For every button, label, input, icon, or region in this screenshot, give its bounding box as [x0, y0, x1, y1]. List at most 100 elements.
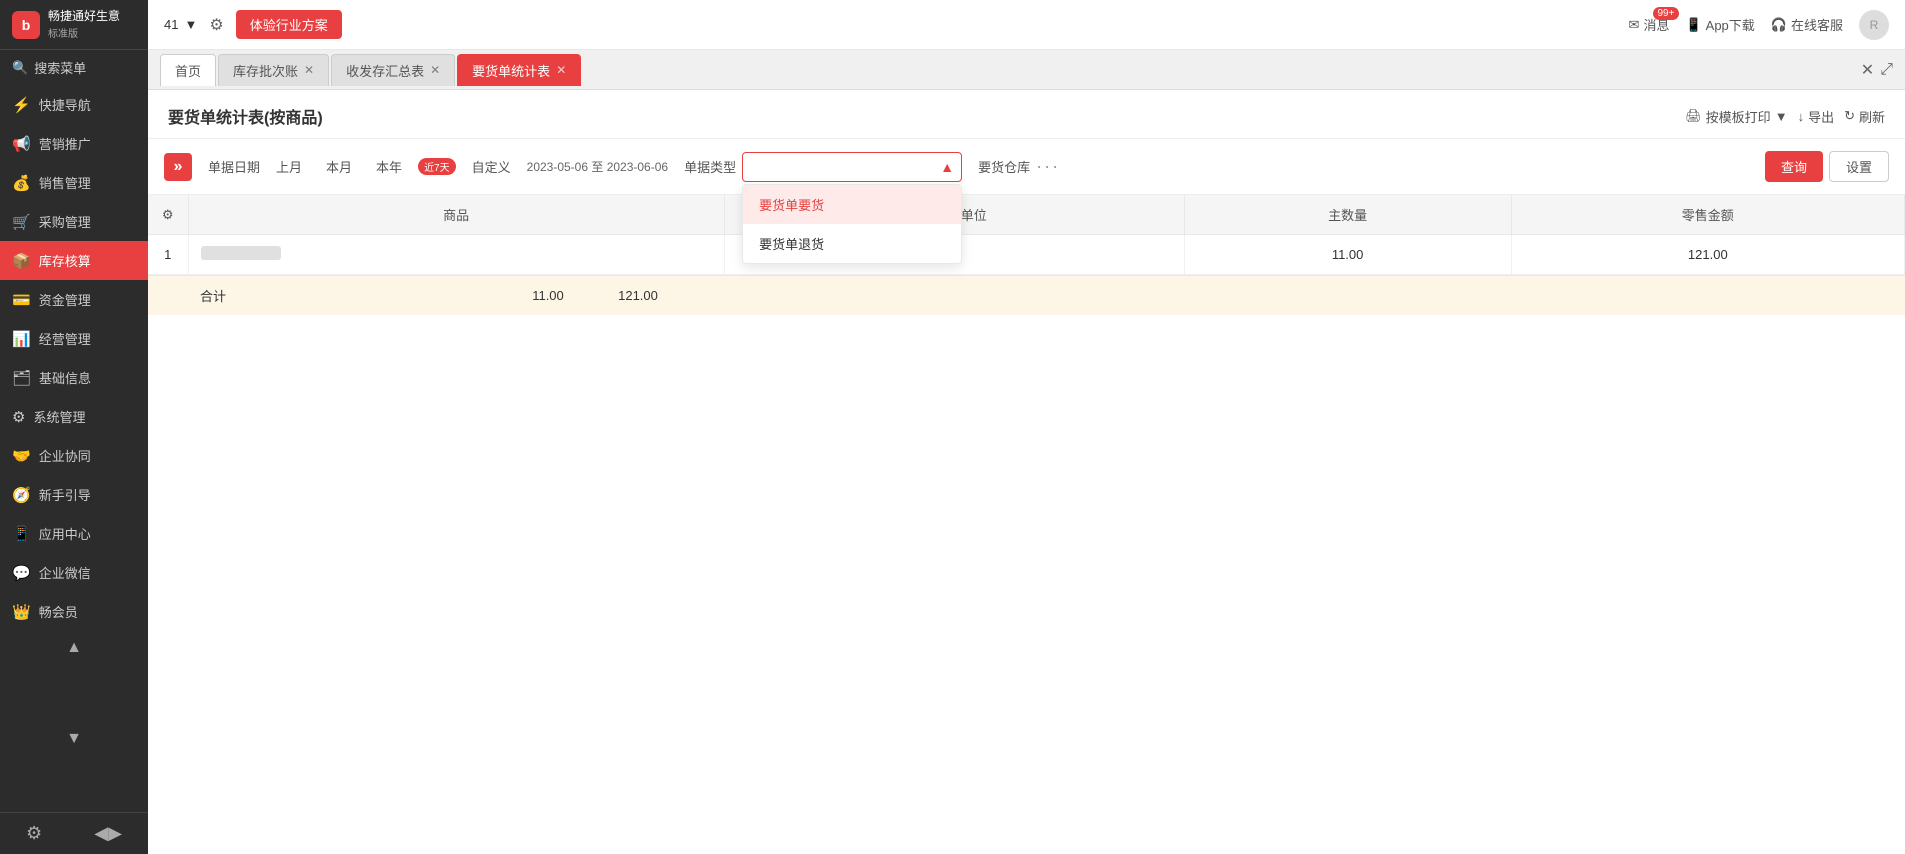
main-content: 41 ▼ ⚙ 体验行业方案 ✉ 消息 99+ 📱 App下载 🎧 在线客服 R [148, 0, 1905, 854]
type-filter-dropdown: 要货单要货 要货单退货 [742, 184, 962, 264]
export-btn[interactable]: ↓ 导出 [1798, 107, 1835, 126]
topbar: 41 ▼ ⚙ 体验行业方案 ✉ 消息 99+ 📱 App下载 🎧 在线客服 R [148, 0, 1905, 50]
sidebar-icon-appcenter: 📱 [12, 525, 31, 543]
store-selector[interactable]: 41 ▼ [164, 17, 197, 32]
tab-inventory-batch[interactable]: 库存批次账 ✕ [218, 54, 329, 86]
sidebar-item-inventory[interactable]: 📦 库存核算 [0, 241, 148, 280]
online-service-label: 在线客服 [1791, 15, 1843, 34]
sidebar-icon-inventory: 📦 [12, 252, 31, 270]
date-filter-label: 单据日期 [208, 157, 260, 176]
date-custom-btn[interactable]: 自定义 [464, 154, 519, 179]
tab-home[interactable]: 首页 [160, 54, 216, 86]
date-range-display: 2023-05-06 至 2023-06-06 [527, 158, 668, 175]
sidebar-icon-quicknav: ⚡ [12, 96, 31, 114]
date-recent-badge[interactable]: 近7天 [418, 158, 456, 175]
product-placeholder [201, 246, 281, 260]
app-logo-icon: b [12, 11, 40, 39]
tab-receivable-summary[interactable]: 收发存汇总表 ✕ [331, 54, 455, 86]
user-avatar[interactable]: R [1859, 10, 1889, 40]
date-this-month-btn[interactable]: 本月 [318, 154, 360, 179]
footer-quantity: 11.00 [532, 288, 564, 303]
online-service-btn[interactable]: 🎧 在线客服 [1771, 15, 1843, 34]
tab-inventory-batch-close-icon[interactable]: ✕ [304, 63, 314, 77]
date-last-month-btn[interactable]: 上月 [268, 154, 310, 179]
industry-btn[interactable]: 体验行业方案 [236, 10, 342, 39]
sidebar-label-enterprise: 企业协同 [39, 446, 91, 465]
sidebar-item-member[interactable]: 👑 畅会员 [0, 592, 148, 631]
message-badge: 99+ [1653, 7, 1680, 20]
cell-quantity-0: 11.00 [1184, 235, 1511, 275]
sidebar-item-sales[interactable]: 💰 销售管理 [0, 163, 148, 202]
sidebar-item-purchase[interactable]: 🛒 采购管理 [0, 202, 148, 241]
sidebar: b 畅捷通好生意 标准版 🔍 搜索菜单 ⚡ 快捷导航 📢 营销推广 💰 销售管理… [0, 0, 148, 854]
type-filter-label: 单据类型 [684, 157, 736, 176]
footer-label: 合计 [200, 289, 226, 304]
tab-order-stats-close-icon[interactable]: ✕ [556, 63, 566, 77]
app-download-icon: 📱 [1685, 17, 1701, 33]
cell-amount-0: 121.00 [1511, 235, 1904, 275]
sidebar-label-quicknav: 快捷导航 [39, 95, 91, 114]
page-content: 要货单统计表(按商品) 🖨 按模板打印 ▼ ↓ 导出 ↻ 刷新 » [148, 90, 1905, 854]
sidebar-item-marketing[interactable]: 📢 营销推广 [0, 124, 148, 163]
sidebar-scroll-down[interactable]: ▼ [62, 726, 86, 752]
settings-btn[interactable]: 设置 [1829, 151, 1889, 182]
sidebar-item-operations[interactable]: 📊 经营管理 [0, 319, 148, 358]
sidebar-label-system: 系统管理 [33, 407, 85, 426]
sidebar-icon-wechat: 💬 [12, 564, 31, 582]
sidebar-item-system[interactable]: ⚙ 系统管理 [0, 397, 148, 436]
message-btn[interactable]: ✉ 消息 99+ [1629, 15, 1670, 34]
filter-toggle-btn[interactable]: » [164, 153, 192, 181]
collapse-icon[interactable]: ◀▶ [94, 823, 122, 844]
sidebar-item-basic[interactable]: 🗂 基础信息 [0, 358, 148, 397]
sidebar-label-member: 畅会员 [39, 602, 78, 621]
table-header-row: ⚙ 商品 主计量单位 主数量 零售金额 [148, 195, 1905, 235]
page-header: 要货单统计表(按商品) 🖨 按模板打印 ▼ ↓ 导出 ↻ 刷新 [148, 90, 1905, 139]
sidebar-item-appcenter[interactable]: 📱 应用中心 [0, 514, 148, 553]
sidebar-label-basic: 基础信息 [39, 368, 91, 387]
sidebar-item-enterprise[interactable]: 🤝 企业协同 [0, 436, 148, 475]
col-quantity: 主数量 [1184, 195, 1511, 235]
filter-bar: » 单据日期 上月 本月 本年 近7天 自定义 2023-05-06 至 202… [148, 139, 1905, 195]
app-brand: 畅捷通好生意 标准版 [48, 9, 120, 40]
tab-order-stats[interactable]: 要货单统计表 ✕ [457, 54, 581, 86]
sidebar-item-guide[interactable]: 🧭 新手引导 [0, 475, 148, 514]
print-template-btn[interactable]: 🖨 按模板打印 ▼ [1685, 107, 1787, 126]
query-btn[interactable]: 查询 [1765, 151, 1823, 182]
sidebar-item-wechat[interactable]: 💬 企业微信 [0, 553, 148, 592]
type-filter-input[interactable] [742, 152, 962, 182]
store-chevron-icon: ▼ [184, 17, 197, 32]
sidebar-item-quicknav[interactable]: ⚡ 快捷导航 [0, 85, 148, 124]
search-icon: 🔍 [12, 60, 28, 76]
sidebar-icon-basic: 🗂 [12, 369, 31, 387]
export-label: 导出 [1808, 107, 1834, 126]
sidebar-label-wechat: 企业微信 [39, 563, 91, 582]
sidebar-search[interactable]: 🔍 搜索菜单 [0, 50, 148, 85]
sidebar-icon-operations: 📊 [12, 330, 31, 348]
refresh-btn[interactable]: ↻ 刷新 [1844, 107, 1885, 126]
table-settings-icon[interactable]: ⚙ [162, 207, 174, 222]
tabbar: 首页 库存批次账 ✕ 收发存汇总表 ✕ 要货单统计表 ✕ ✕ ⤢ [148, 50, 1905, 90]
settings-icon[interactable]: ⚙ [26, 823, 42, 844]
warehouse-dots-icon[interactable]: ··· [1036, 156, 1060, 177]
date-this-year-btn[interactable]: 本年 [368, 154, 410, 179]
sidebar-scroll-up[interactable]: ▲ [62, 635, 86, 661]
topbar-right: ✉ 消息 99+ 📱 App下载 🎧 在线客服 R [1629, 10, 1889, 40]
sidebar-icon-finance: 💳 [12, 291, 31, 309]
sidebar-icon-guide: 🧭 [12, 486, 31, 504]
print-chevron-icon: ▼ [1775, 109, 1788, 124]
tab-order-stats-label: 要货单统计表 [472, 61, 550, 80]
tabbar-expand-btn[interactable]: ⤢ [1880, 61, 1893, 79]
app-download-btn[interactable]: 📱 App下载 [1685, 15, 1754, 34]
brand-name: 畅捷通好生意 [48, 9, 120, 25]
filter-type-section: 单据类型 ▲ 要货单要货 要货单退货 [684, 152, 962, 182]
footer-amount: 121.00 [618, 288, 658, 303]
sidebar-bottom: ⚙ ◀▶ [0, 812, 148, 854]
topbar-settings-icon[interactable]: ⚙ [209, 15, 223, 35]
sidebar-label-guide: 新手引导 [39, 485, 91, 504]
tab-receivable-close-icon[interactable]: ✕ [430, 63, 440, 77]
dropdown-item-yh-order[interactable]: 要货单要货 [743, 185, 961, 224]
sidebar-item-finance[interactable]: 💳 资金管理 [0, 280, 148, 319]
tabbar-close-btn[interactable]: ✕ [1861, 60, 1874, 80]
dropdown-item-yh-return[interactable]: 要货单退货 [743, 224, 961, 263]
type-filter-chevron-icon[interactable]: ▲ [940, 159, 954, 175]
